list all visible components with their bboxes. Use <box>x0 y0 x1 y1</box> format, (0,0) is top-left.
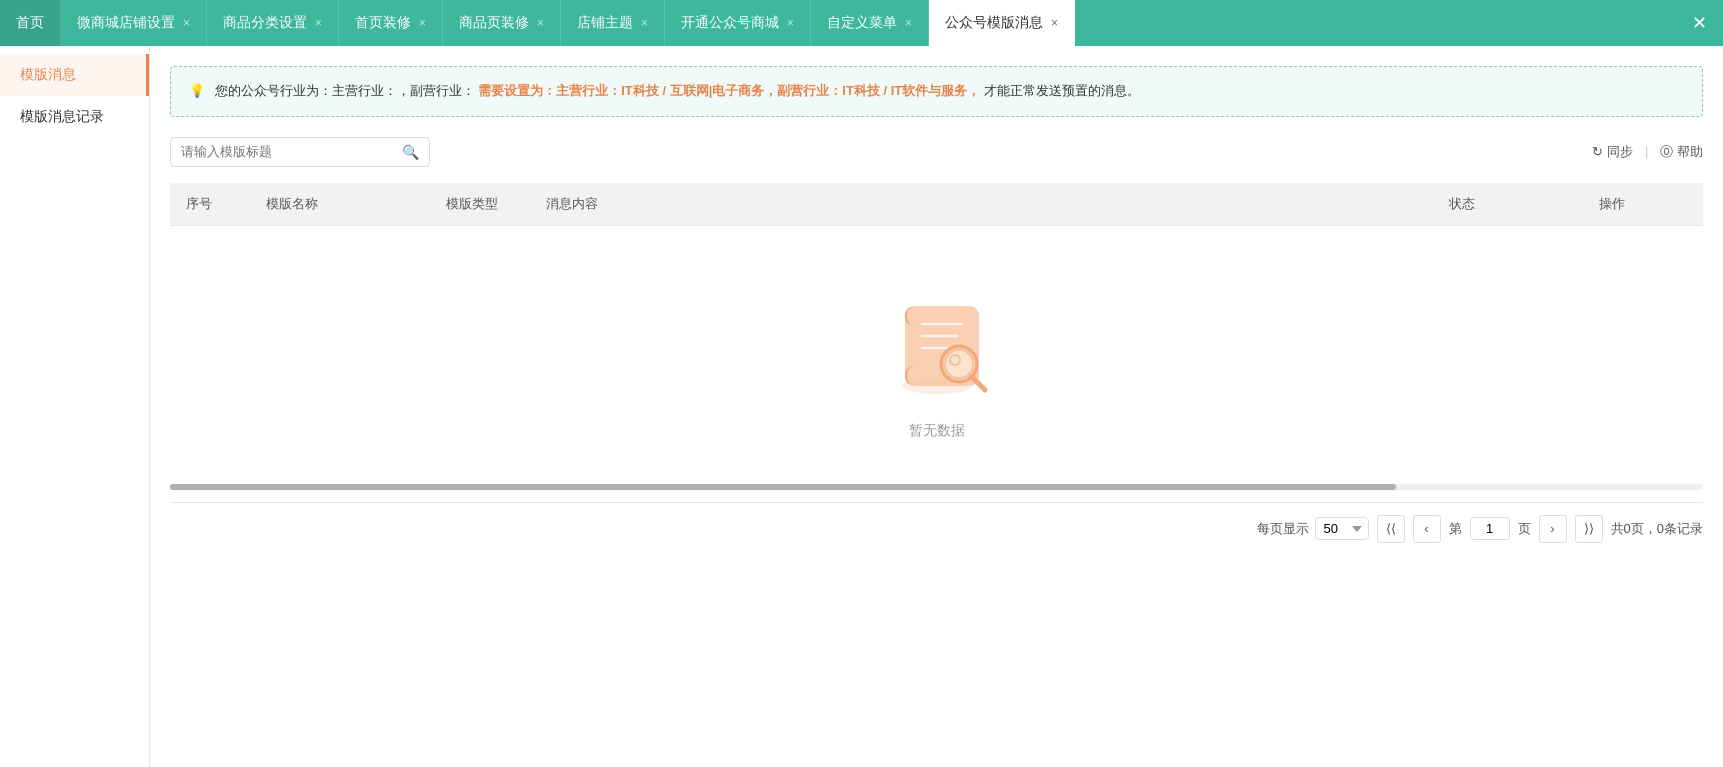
total-info: 共0页，0条记录 <box>1611 520 1703 538</box>
sync-button[interactable]: ↻ 同步 <box>1592 143 1633 161</box>
sync-label: 同步 <box>1607 144 1633 159</box>
help-icon: ⓪ <box>1660 144 1673 159</box>
page-last-button[interactable]: ⟩⟩ <box>1575 515 1603 543</box>
top-nav: 首页 微商城店铺设置 × 商品分类设置 × 首页装修 × 商品页装修 × 店铺主… <box>0 0 1723 46</box>
page-label: 页 <box>1518 520 1531 538</box>
table-header-row: 序号 模版名称 模版类型 消息内容 状态 <box>170 183 1703 226</box>
col-header-action: 操作 <box>1583 183 1703 226</box>
page-prev-button[interactable]: ‹ <box>1413 515 1441 543</box>
search-input-wrap: 🔍 <box>170 137 430 167</box>
close-custom-menu-icon[interactable]: × <box>905 16 912 30</box>
nav-item-shop-theme[interactable]: 店铺主题 × <box>561 0 665 46</box>
nav-item-template-msg-label: 公众号模版消息 <box>945 14 1043 32</box>
nav-item-open-mall[interactable]: 开通公众号商城 × <box>665 0 811 46</box>
page-first-button[interactable]: ⟨⟨ <box>1377 515 1405 543</box>
col-header-status: 状态 <box>1433 183 1583 226</box>
page-next-button[interactable]: › <box>1539 515 1567 543</box>
nav-item-homepage-decor-label: 首页装修 <box>355 14 411 32</box>
notice-highlight: 需要设置为：主营行业：IT科技 / 互联网|电子商务，副营行业：IT科技 / I… <box>478 83 980 98</box>
page-prefix: 第 <box>1449 520 1462 538</box>
nav-item-category-settings[interactable]: 商品分类设置 × <box>207 0 339 46</box>
nav-item-home-label: 首页 <box>16 14 44 32</box>
search-icon[interactable]: 🔍 <box>402 144 419 160</box>
nav-close-all-button[interactable]: ✕ <box>1676 12 1723 34</box>
col-header-type: 模版类型 <box>430 183 530 226</box>
page-number-input[interactable] <box>1470 517 1510 540</box>
content-area: 💡 您的公众号行业为：主营行业：，副营行业： 需要设置为：主营行业：IT科技 /… <box>150 46 1723 767</box>
nav-item-product-decor[interactable]: 商品页装修 × <box>443 0 561 46</box>
page-size-label: 每页显示 <box>1257 520 1309 538</box>
nav-item-shop-settings-label: 微商城店铺设置 <box>77 14 175 32</box>
nav-item-custom-menu-label: 自定义菜单 <box>827 14 897 32</box>
sidebar-item-template-msg-log-label: 模版消息记录 <box>20 108 104 124</box>
col-header-num: 序号 <box>170 183 250 226</box>
help-button[interactable]: ⓪ 帮助 <box>1660 143 1703 161</box>
empty-state: 暂无数据 <box>170 226 1703 480</box>
notice-box: 💡 您的公众号行业为：主营行业：，副营行业： 需要设置为：主营行业：IT科技 /… <box>170 66 1703 117</box>
nav-item-custom-menu[interactable]: 自定义菜单 × <box>811 0 929 46</box>
bulb-icon: 💡 <box>189 83 205 98</box>
notice-text-before: 您的公众号行业为：主营行业：，副营行业： <box>215 83 475 98</box>
sync-icon: ↻ <box>1592 144 1603 159</box>
col-header-name: 模版名称 <box>250 183 430 226</box>
nav-item-homepage-decor[interactable]: 首页装修 × <box>339 0 443 46</box>
close-shop-settings-icon[interactable]: × <box>183 16 190 30</box>
data-table: 序号 模版名称 模版类型 消息内容 状态 <box>170 183 1703 226</box>
search-input[interactable] <box>181 144 402 159</box>
empty-illustration <box>877 286 997 406</box>
scrollbar-track[interactable] <box>170 484 1703 490</box>
nav-item-category-settings-label: 商品分类设置 <box>223 14 307 32</box>
help-label: 帮助 <box>1677 144 1703 159</box>
divider: | <box>1645 144 1648 159</box>
search-actions: ↻ 同步 | ⓪ 帮助 <box>1592 143 1703 161</box>
sidebar: 模版消息 模版消息记录 <box>0 46 150 767</box>
sidebar-item-template-msg[interactable]: 模版消息 <box>0 54 149 96</box>
nav-item-open-mall-label: 开通公众号商城 <box>681 14 779 32</box>
nav-item-product-decor-label: 商品页装修 <box>459 14 529 32</box>
scrollbar-thumb[interactable] <box>170 484 1396 490</box>
nav-item-home[interactable]: 首页 <box>0 0 61 46</box>
nav-item-template-msg[interactable]: 公众号模版消息 × <box>929 0 1075 46</box>
search-bar: 🔍 ↻ 同步 | ⓪ 帮助 <box>170 137 1703 167</box>
sidebar-item-template-msg-log[interactable]: 模版消息记录 <box>0 96 149 138</box>
nav-item-shop-settings[interactable]: 微商城店铺设置 × <box>61 0 207 46</box>
nav-item-shop-theme-label: 店铺主题 <box>577 14 633 32</box>
close-shop-theme-icon[interactable]: × <box>641 16 648 30</box>
close-product-decor-icon[interactable]: × <box>537 16 544 30</box>
close-open-mall-icon[interactable]: × <box>787 16 794 30</box>
close-homepage-decor-icon[interactable]: × <box>419 16 426 30</box>
notice-text-after: 才能正常发送预置的消息。 <box>984 83 1140 98</box>
col-header-content: 消息内容 <box>530 183 1433 226</box>
main-layout: 模版消息 模版消息记录 💡 您的公众号行业为：主营行业：，副营行业： 需要设置为… <box>0 46 1723 767</box>
pagination: 每页显示 50 20 100 ⟨⟨ ‹ 第 页 › ⟩⟩ 共0页，0条记录 <box>170 502 1703 555</box>
empty-text: 暂无数据 <box>909 422 965 440</box>
page-size-wrap: 每页显示 50 20 100 <box>1257 517 1369 540</box>
page-size-select[interactable]: 50 20 100 <box>1315 517 1369 540</box>
close-category-settings-icon[interactable]: × <box>315 16 322 30</box>
table-container: 序号 模版名称 模版类型 消息内容 状态 <box>170 183 1703 502</box>
sidebar-item-template-msg-label: 模版消息 <box>20 66 76 82</box>
close-template-msg-icon[interactable]: × <box>1051 16 1058 30</box>
